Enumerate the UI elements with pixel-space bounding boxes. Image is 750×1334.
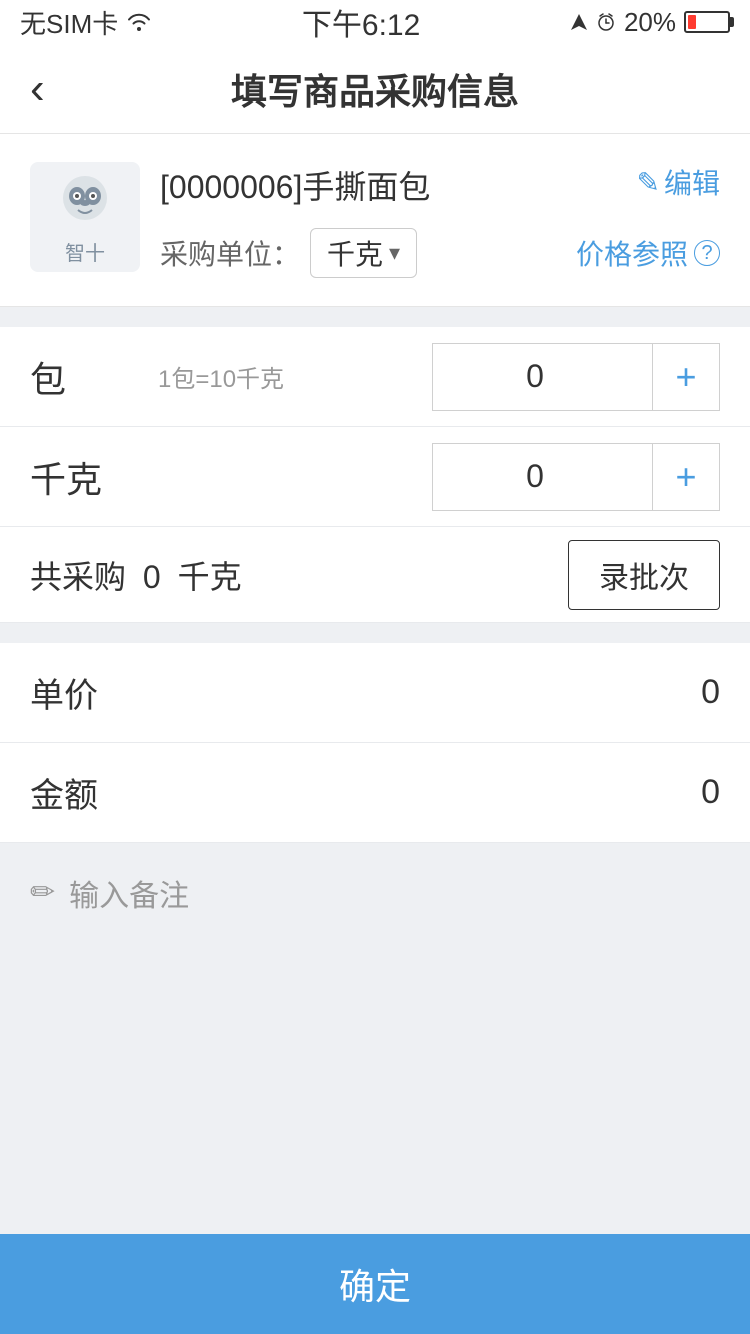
product-card: 智十 [0000006]手撕面包 ✎ 编辑 采购单位： 千克 ▾ 价格参照 ? xyxy=(0,134,750,307)
product-header: [0000006]手撕面包 ✎ 编辑 xyxy=(160,162,720,208)
price-ref-button[interactable]: 价格参照 ? xyxy=(576,233,720,273)
status-left: 无SIM卡 xyxy=(20,4,152,41)
price-value: 0 xyxy=(701,673,720,712)
kg-label: 千克 xyxy=(30,451,150,503)
batch-button[interactable]: 录批次 xyxy=(568,540,720,610)
input-section: 包 1包=10千克 + 千克 + xyxy=(0,327,750,527)
batch-label: 录批次 xyxy=(599,562,689,595)
unit-value: 千克 xyxy=(327,233,383,273)
kg-input-row: 千克 + xyxy=(0,427,750,527)
confirm-button[interactable]: 确定 xyxy=(0,1234,750,1334)
bao-input-row: 包 1包=10千克 + xyxy=(0,327,750,427)
back-button[interactable]: ‹ xyxy=(30,64,45,114)
section-divider-1 xyxy=(0,307,750,327)
product-unit-row: 采购单位： 千克 ▾ 价格参照 ? xyxy=(160,228,720,278)
edit-label: 编辑 xyxy=(664,162,720,202)
price-ref-label: 价格参照 xyxy=(576,233,688,273)
footer-spacer xyxy=(0,963,750,1263)
chevron-down-icon: ▾ xyxy=(389,240,400,266)
total-row: 共采购 0 千克 录批次 xyxy=(0,527,750,623)
kg-qty-input[interactable] xyxy=(432,443,652,511)
status-bar: 无SIM卡 下午6:12 20% xyxy=(0,0,750,44)
location-icon xyxy=(570,13,588,31)
edit-button[interactable]: ✎ 编辑 xyxy=(637,162,720,202)
amount-row: 金额 0 xyxy=(0,743,750,843)
carrier-text: 无SIM卡 xyxy=(20,4,118,41)
total-summary: 共采购 0 千克 xyxy=(30,552,242,598)
confirm-btn-wrapper: 确定 xyxy=(0,1234,750,1334)
nav-bar: ‹ 填写商品采购信息 xyxy=(0,44,750,134)
plus-icon: + xyxy=(675,356,696,398)
unit-select[interactable]: 千克 ▾ xyxy=(310,228,417,278)
remark-placeholder[interactable]: 输入备注 xyxy=(69,871,189,915)
total-value: 0 xyxy=(143,559,161,595)
remark-section: ✏ 输入备注 xyxy=(0,843,750,963)
product-info: [0000006]手撕面包 ✎ 编辑 采购单位： 千克 ▾ 价格参照 ? xyxy=(160,162,720,278)
kg-plus-button[interactable]: + xyxy=(652,443,720,511)
alarm-icon xyxy=(596,12,616,32)
unit-label: 采购单位： xyxy=(160,233,300,273)
bao-plus-button[interactable]: + xyxy=(652,343,720,411)
price-amount-section: 单价 0 金额 0 xyxy=(0,643,750,843)
wifi-icon xyxy=(126,12,152,32)
bao-sublabel: 1包=10千克 xyxy=(158,359,284,394)
status-time: 下午6:12 xyxy=(302,0,420,44)
page-title: 填写商品采购信息 xyxy=(231,63,519,115)
product-name: [0000006]手撕面包 xyxy=(160,162,637,208)
bao-label: 包 xyxy=(30,351,150,403)
unit-selector-group: 采购单位： 千克 ▾ xyxy=(160,228,417,278)
bao-qty-input[interactable] xyxy=(432,343,652,411)
brand-logo-image xyxy=(50,168,120,238)
total-unit: 千克 xyxy=(178,559,242,595)
logo-text: 智十 xyxy=(50,237,120,266)
price-label: 单价 xyxy=(30,668,98,717)
confirm-label: 确定 xyxy=(339,1258,411,1310)
edit-icon: ✎ xyxy=(637,166,660,199)
pencil-icon: ✏ xyxy=(30,875,55,910)
section-divider-2 xyxy=(0,623,750,643)
amount-label: 金额 xyxy=(30,768,98,817)
amount-value: 0 xyxy=(701,773,720,812)
help-icon: ? xyxy=(694,240,720,266)
price-row: 单价 0 xyxy=(0,643,750,743)
bao-qty-control: + xyxy=(432,343,720,411)
kg-qty-control: + xyxy=(432,443,720,511)
battery-icon xyxy=(684,11,730,33)
status-right: 20% xyxy=(570,7,730,38)
battery-percent: 20% xyxy=(624,7,676,38)
product-logo: 智十 xyxy=(30,162,140,272)
plus-icon-2: + xyxy=(675,456,696,498)
total-prefix: 共采购 xyxy=(30,559,126,595)
